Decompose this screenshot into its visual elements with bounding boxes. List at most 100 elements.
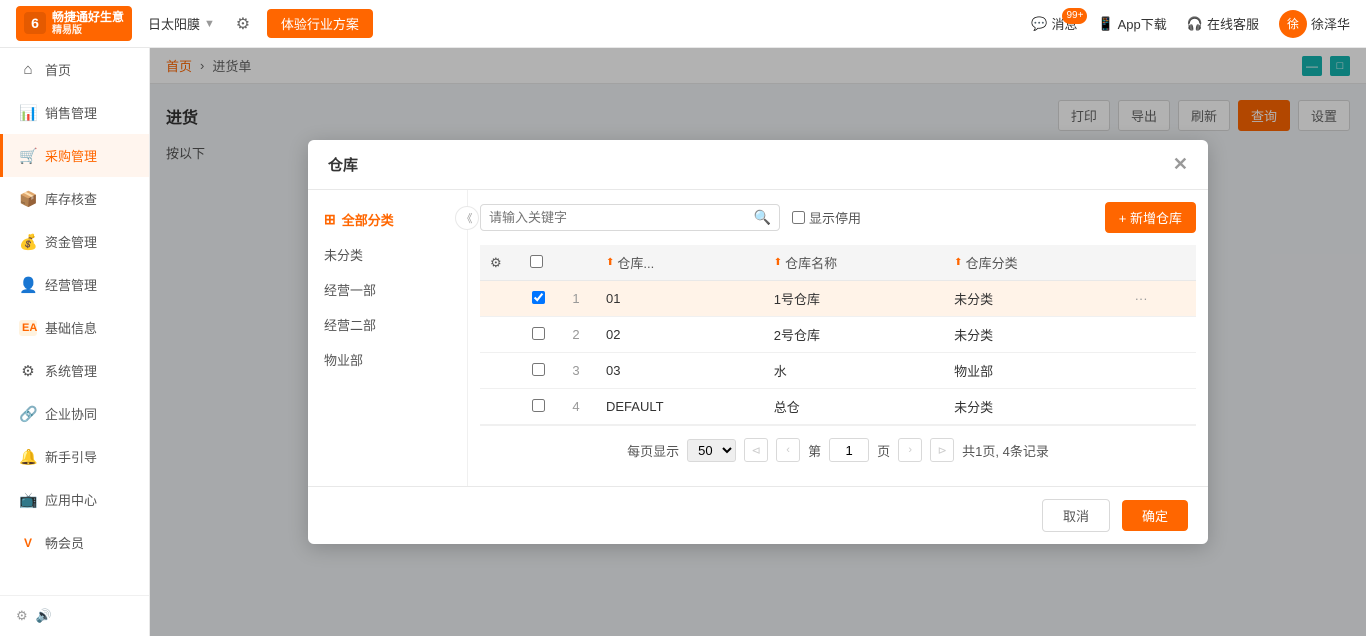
show-disabled-checkbox-input[interactable] — [792, 211, 805, 224]
row-checkbox-cell — [520, 317, 556, 353]
app-download-button[interactable]: 📱 App下载 — [1097, 14, 1166, 33]
per-page-select[interactable]: 50 — [687, 439, 736, 462]
row-settings — [480, 317, 520, 353]
select-all-checkbox[interactable] — [530, 255, 543, 268]
table-row: 2 02 2号仓库 未分类 — [480, 317, 1196, 353]
col-header-code: ⬆ 仓库... — [596, 245, 764, 281]
message-badge: 99+ — [1062, 8, 1087, 24]
col-header-settings: ⚙ — [480, 245, 520, 281]
logo-icon: 6 — [24, 12, 46, 34]
sidebar-item-label: 销售管理 — [45, 103, 97, 122]
gear-icon: ⚙ — [236, 14, 250, 34]
sidebar-toggle-button[interactable]: 《 — [455, 206, 479, 230]
sidebar-item-guide[interactable]: 🔔 新手引导 — [0, 435, 149, 478]
row-checkbox-cell — [520, 353, 556, 389]
sidebar-item-membership[interactable]: V 畅会员 — [0, 521, 149, 564]
search-input[interactable] — [489, 210, 754, 225]
inventory-icon: 📦 — [19, 190, 37, 208]
message-icon: 💬 — [1031, 16, 1047, 32]
operations-icon: 👤 — [19, 276, 37, 294]
row-number: 1 — [556, 281, 596, 317]
sidebar-item-finance[interactable]: 💰 资金管理 — [0, 220, 149, 263]
modal-title: 仓库 — [328, 154, 358, 175]
sidebar: ⌂ 首页 📊 销售管理 🛒 采购管理 📦 库存核查 💰 资金管理 👤 经营管理 … — [0, 48, 150, 636]
row-name: 2号仓库 — [764, 317, 944, 353]
messages-button[interactable]: 💬 消息 99+ — [1031, 14, 1077, 33]
per-page-label: 每页显示 — [627, 441, 679, 460]
sidebar-item-purchase[interactable]: 🛒 采购管理 — [0, 134, 149, 177]
row-settings — [480, 353, 520, 389]
sidebar-item-home[interactable]: ⌂ 首页 — [0, 48, 149, 91]
show-disabled-checkbox[interactable]: 显示停用 — [792, 208, 861, 227]
row-checkbox[interactable] — [532, 363, 545, 376]
search-box[interactable]: 🔍 — [480, 204, 780, 231]
modal-footer: 取消 确定 — [308, 486, 1208, 544]
membership-icon: V — [19, 536, 37, 550]
avatar: 徐 — [1279, 10, 1307, 38]
chevron-down-icon: ▼ — [204, 18, 215, 30]
row-checkbox-cell — [520, 281, 556, 317]
confirm-button[interactable]: 确定 — [1122, 500, 1188, 531]
sidebar-item-app-center[interactable]: 📺 应用中心 — [0, 478, 149, 521]
online-service-button[interactable]: 🎧 在线客服 — [1187, 14, 1259, 33]
add-warehouse-button[interactable]: + 新增仓库 — [1105, 202, 1196, 233]
row-code: 03 — [596, 353, 764, 389]
row-checkbox[interactable] — [532, 291, 545, 304]
row-number: 2 — [556, 317, 596, 353]
table-container: ⚙ ⬆ 仓库... — [480, 245, 1196, 425]
modal-sidebar-item-unclassified[interactable]: 未分类 — [308, 237, 467, 272]
col-header-action — [1125, 245, 1196, 281]
table-row: 4 DEFAULT 总仓 未分类 — [480, 389, 1196, 425]
row-number: 3 — [556, 353, 596, 389]
row-checkbox[interactable] — [532, 399, 545, 412]
warehouse-modal: 仓库 ✕ ⊞ 全部分类 《 未分类 — [308, 140, 1208, 544]
sidebar-bottom: ⚙ 🔊 — [0, 595, 149, 636]
row-category: 物业部 — [944, 353, 1124, 389]
sidebar-item-sales[interactable]: 📊 销售管理 — [0, 91, 149, 134]
row-category: 未分类 — [944, 389, 1124, 425]
col-header-check — [520, 245, 556, 281]
main-content: 首页 › 进货单 — □ 进货 打印 导出 刷新 查询 设置 — [150, 48, 1366, 636]
modal-sidebar: ⊞ 全部分类 《 未分类 经营一部 经营二部 — [308, 190, 468, 486]
topbar: 6 畅捷通好生意 精易版 日太阳膜 ▼ ⚙ 体验行业方案 💬 消息 99+ 📱 … — [0, 0, 1366, 48]
main-layout: ⌂ 首页 📊 销售管理 🛒 采购管理 📦 库存核查 💰 资金管理 👤 经营管理 … — [0, 48, 1366, 636]
guide-icon: 🔔 — [19, 448, 37, 466]
table-row: 3 03 水 物业部 — [480, 353, 1196, 389]
row-category: 未分类 — [944, 281, 1124, 317]
page-label: 页 — [877, 441, 890, 460]
last-page-button[interactable]: ⊳ — [930, 438, 954, 462]
page-number-input[interactable] — [829, 438, 869, 462]
settings-button[interactable]: ⚙ — [227, 8, 259, 40]
sidebar-item-system[interactable]: ⚙ 系统管理 — [0, 349, 149, 392]
user-menu[interactable]: 徐 徐泽华 — [1279, 10, 1350, 38]
sidebar-item-operations[interactable]: 👤 经营管理 — [0, 263, 149, 306]
cancel-button[interactable]: 取消 — [1042, 499, 1110, 532]
table-header-row: ⚙ ⬆ 仓库... — [480, 245, 1196, 281]
sidebar-item-inventory[interactable]: 📦 库存核查 — [0, 177, 149, 220]
modal-sidebar-item-dept1[interactable]: 经营一部 — [308, 272, 467, 307]
topbar-right: 💬 消息 99+ 📱 App下载 🎧 在线客服 徐 徐泽华 — [1031, 10, 1350, 38]
settings-small-icon[interactable]: ⚙ — [16, 608, 28, 624]
modal-toolbar: 🔍 显示停用 + 新增仓库 — [480, 202, 1196, 233]
volume-icon[interactable]: 🔊 — [36, 608, 52, 624]
prev-page-button[interactable]: ‹ — [776, 438, 800, 462]
modal-sidebar-item-property[interactable]: 物业部 — [308, 342, 467, 377]
row-code: 02 — [596, 317, 764, 353]
row-checkbox[interactable] — [532, 327, 545, 340]
row-more[interactable]: ··· — [1125, 281, 1196, 317]
sidebar-item-enterprise[interactable]: 🔗 企业协同 — [0, 392, 149, 435]
first-page-button[interactable]: ⊲ — [744, 438, 768, 462]
sidebar-item-base-info[interactable]: EA 基础信息 — [0, 306, 149, 349]
sales-icon: 📊 — [19, 104, 37, 122]
username: 徐泽华 — [1311, 14, 1350, 33]
row-code: 01 — [596, 281, 764, 317]
trial-button[interactable]: 体验行业方案 — [267, 9, 373, 38]
next-page-button[interactable]: › — [898, 438, 922, 462]
sort-icon-cat: ⬆ — [954, 257, 962, 268]
modal-main: 🔍 显示停用 + 新增仓库 — [468, 190, 1208, 486]
modal-sidebar-item-dept2[interactable]: 经营二部 — [308, 307, 467, 342]
close-icon[interactable]: ✕ — [1173, 154, 1188, 175]
home-icon: ⌂ — [19, 61, 37, 78]
store-selector[interactable]: 日太阳膜 ▼ — [148, 14, 215, 33]
headset-icon: 🎧 — [1187, 16, 1203, 32]
